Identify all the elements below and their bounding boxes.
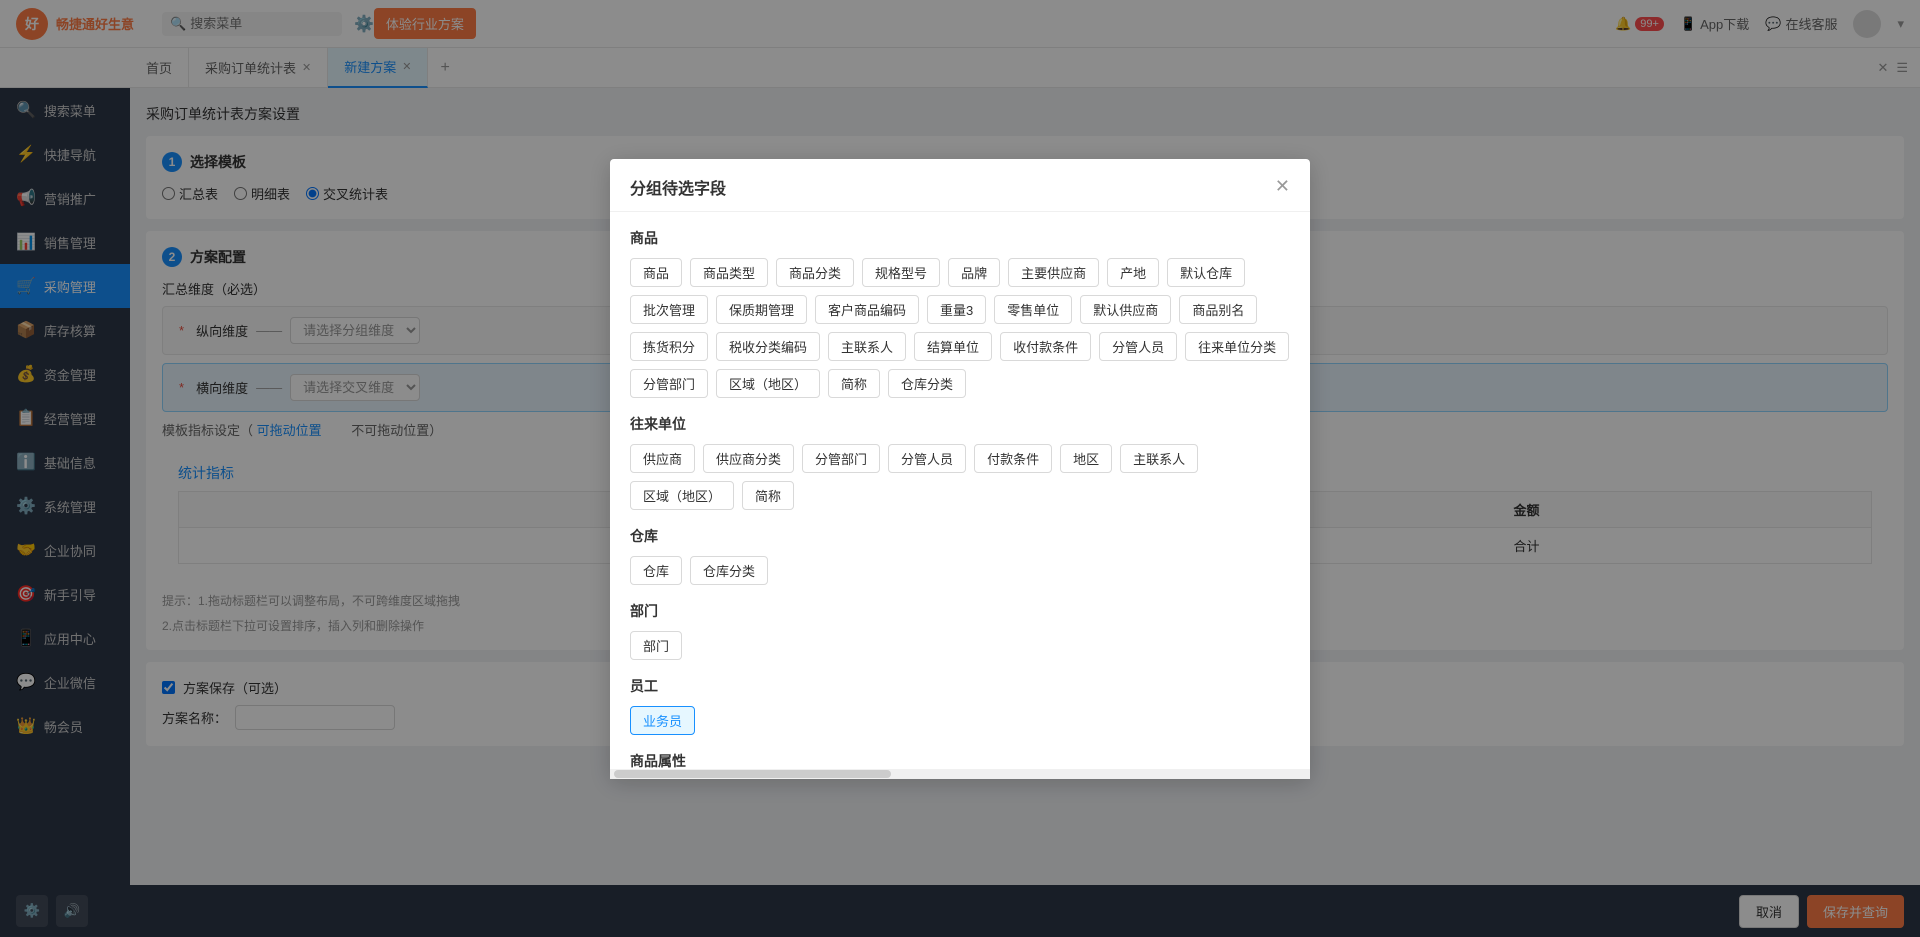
modal-scroll-thumb[interactable] <box>614 770 891 778</box>
field-group-department-title: 部门 <box>630 601 1290 621</box>
field-tag-expiry-mgmt[interactable]: 保质期管理 <box>716 295 807 324</box>
field-tag-product-type[interactable]: 商品类型 <box>690 258 768 287</box>
modal-horizontal-scrollbar[interactable] <box>610 769 1310 779</box>
field-tag-pick-points[interactable]: 拣货积分 <box>630 332 708 361</box>
field-tag-warehouse-category[interactable]: 仓库分类 <box>690 556 768 585</box>
field-tag-default-warehouse[interactable]: 默认仓库 <box>1167 258 1245 287</box>
field-group-product-attrs: 商品属性 属性 颜色 多规格 尺码 鞋码 1 <box>630 751 1290 769</box>
field-group-product-title: 商品 <box>630 228 1290 248</box>
field-tag-payment-terms[interactable]: 收付款条件 <box>1000 332 1091 361</box>
field-tag-area[interactable]: 地区 <box>1060 444 1112 473</box>
field-group-product-attrs-title: 商品属性 <box>630 751 1290 769</box>
field-tag-partner-short[interactable]: 简称 <box>742 481 794 510</box>
field-tag-supplier[interactable]: 供应商 <box>630 444 695 473</box>
field-tag-department[interactable]: 部门 <box>630 631 682 660</box>
field-tag-main-supplier[interactable]: 主要供应商 <box>1008 258 1099 287</box>
field-tag-spec-model[interactable]: 规格型号 <box>862 258 940 287</box>
field-select-modal: 分组待选字段 ✕ 商品 商品 商品类型 商品分类 规格型号 品牌 主要供应商 产… <box>610 159 1310 779</box>
field-tag-partner-category[interactable]: 往来单位分类 <box>1185 332 1289 361</box>
field-group-employee: 员工 业务员 <box>630 676 1290 735</box>
field-group-product: 商品 商品 商品类型 商品分类 规格型号 品牌 主要供应商 产地 默认仓库 批次… <box>630 228 1290 398</box>
field-tag-weight3[interactable]: 重量3 <box>927 295 986 324</box>
field-tag-dept[interactable]: 分管部门 <box>630 369 708 398</box>
field-tag-main-contact[interactable]: 主联系人 <box>828 332 906 361</box>
modal-header: 分组待选字段 ✕ <box>610 159 1310 212</box>
field-tag-supervisor[interactable]: 分管人员 <box>1099 332 1177 361</box>
field-tag-default-supplier[interactable]: 默认供应商 <box>1080 295 1171 324</box>
field-group-employee-title: 员工 <box>630 676 1290 696</box>
field-tag-salesperson[interactable]: 业务员 <box>630 706 695 735</box>
field-tag-partner-region[interactable]: 区域（地区） <box>630 481 734 510</box>
field-tags-partner: 供应商 供应商分类 分管部门 分管人员 付款条件 地区 主联系人 区域（地区） … <box>630 444 1290 510</box>
field-group-warehouse: 仓库 仓库 仓库分类 <box>630 526 1290 585</box>
field-tag-region[interactable]: 区域（地区） <box>716 369 820 398</box>
field-tag-partner-supervisor[interactable]: 分管人员 <box>888 444 966 473</box>
field-tag-retail-unit[interactable]: 零售单位 <box>994 295 1072 324</box>
field-group-partner-title: 往来单位 <box>630 414 1290 434</box>
field-group-partner: 往来单位 供应商 供应商分类 分管部门 分管人员 付款条件 地区 主联系人 区域… <box>630 414 1290 510</box>
field-group-department: 部门 部门 <box>630 601 1290 660</box>
field-tag-supplier-category[interactable]: 供应商分类 <box>703 444 794 473</box>
field-tag-product[interactable]: 商品 <box>630 258 682 287</box>
field-tag-product-alias[interactable]: 商品别名 <box>1179 295 1257 324</box>
field-tag-brand[interactable]: 品牌 <box>948 258 1000 287</box>
field-tag-settle-unit[interactable]: 结算单位 <box>914 332 992 361</box>
field-tag-customer-product-code[interactable]: 客户商品编码 <box>815 295 919 324</box>
field-tag-product-category[interactable]: 商品分类 <box>776 258 854 287</box>
field-tags-employee: 业务员 <box>630 706 1290 735</box>
field-tag-warehouse-cat[interactable]: 仓库分类 <box>888 369 966 398</box>
field-tags-warehouse: 仓库 仓库分类 <box>630 556 1290 585</box>
field-tags-product: 商品 商品类型 商品分类 规格型号 品牌 主要供应商 产地 默认仓库 批次管理 … <box>630 258 1290 398</box>
field-tag-origin[interactable]: 产地 <box>1107 258 1159 287</box>
modal-body: 商品 商品 商品类型 商品分类 规格型号 品牌 主要供应商 产地 默认仓库 批次… <box>610 212 1310 769</box>
field-group-warehouse-title: 仓库 <box>630 526 1290 546</box>
field-tags-department: 部门 <box>630 631 1290 660</box>
field-tag-partner-dept[interactable]: 分管部门 <box>802 444 880 473</box>
field-tag-partner-contact[interactable]: 主联系人 <box>1120 444 1198 473</box>
field-tag-payment-cond[interactable]: 付款条件 <box>974 444 1052 473</box>
field-tag-warehouse[interactable]: 仓库 <box>630 556 682 585</box>
field-tag-batch-mgmt[interactable]: 批次管理 <box>630 295 708 324</box>
field-tag-short-name[interactable]: 简称 <box>828 369 880 398</box>
modal-overlay: 分组待选字段 ✕ 商品 商品 商品类型 商品分类 规格型号 品牌 主要供应商 产… <box>0 0 1920 937</box>
modal-close-icon[interactable]: ✕ <box>1275 176 1290 197</box>
modal-title: 分组待选字段 <box>630 175 726 199</box>
field-tag-tax-code[interactable]: 税收分类编码 <box>716 332 820 361</box>
